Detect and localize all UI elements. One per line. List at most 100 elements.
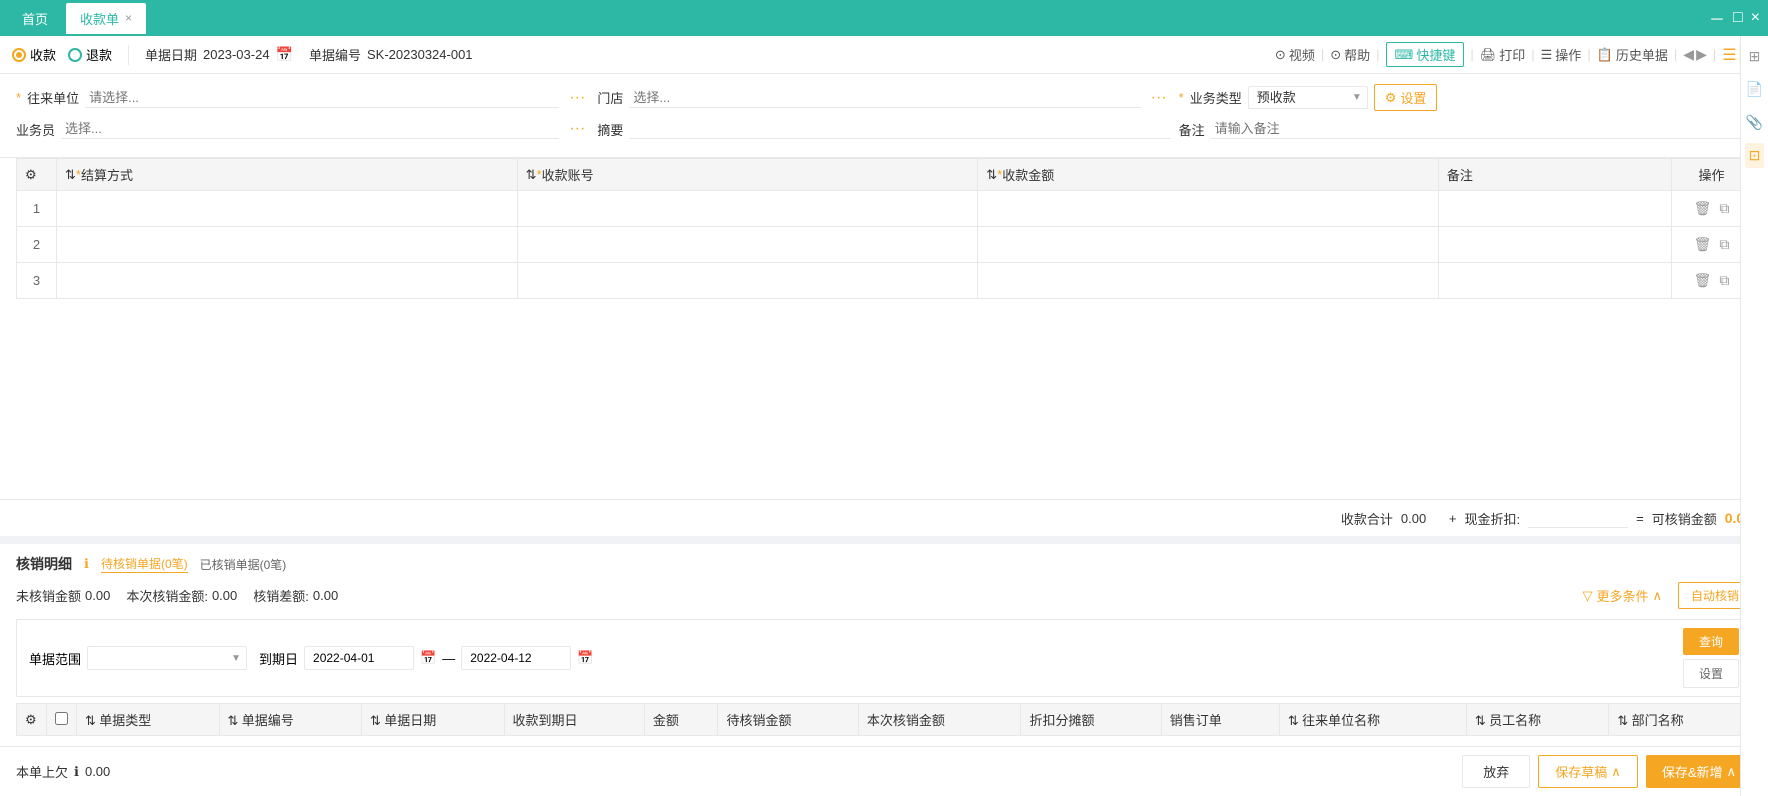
row-3-notes[interactable] [1438, 263, 1671, 299]
filter-settings-btn[interactable]: 设置 [1683, 659, 1739, 688]
writeoff-header: 核销明细 ℹ 待核销单据(0笔) 已核销单据(0笔) [16, 554, 1752, 574]
date-value[interactable]: 2023-03-24 [203, 47, 270, 62]
wt-bill-type-sort[interactable]: ⇅ [85, 713, 96, 728]
done-tab[interactable]: 已核销单据(0笔) [200, 556, 287, 573]
row-2-amount[interactable] [978, 227, 1439, 263]
date-from-input[interactable] [304, 646, 414, 670]
toolbar: 收款 退款 单据日期 2023-03-24 📅 单据编号 SK-20230324… [0, 36, 1768, 74]
toolbar-separator [128, 45, 129, 65]
wt-store-sort[interactable]: ⇅ [1617, 713, 1628, 728]
notes-input[interactable] [1211, 119, 1752, 139]
plus-sign: + [1449, 511, 1457, 526]
row-3-settlement[interactable] [57, 263, 518, 299]
abandon-btn[interactable]: 放弃 [1462, 755, 1530, 788]
col-settings-header[interactable]: ⚙ [17, 159, 57, 191]
row-2-account[interactable] [517, 227, 978, 263]
prev-arrow[interactable]: ◀ [1683, 46, 1694, 63]
active-tab[interactable]: 收款单 × [66, 3, 146, 34]
minimize-btn[interactable]: － [1709, 6, 1725, 30]
wt-bill-date-sort[interactable]: ⇅ [370, 713, 381, 728]
wt-col-checkbox[interactable] [47, 704, 77, 736]
range-select[interactable] [87, 646, 247, 670]
maximize-btn[interactable]: □ [1733, 9, 1743, 27]
row-1-settlement[interactable] [57, 191, 518, 227]
row-1-copy-icon[interactable]: ⧉ [1719, 200, 1729, 217]
salesperson-more-btn[interactable]: ··· [565, 120, 589, 138]
row-3-amount[interactable] [978, 263, 1439, 299]
more-conditions-btn[interactable]: ▽ 更多条件 ∧ [1582, 586, 1662, 605]
sidebar-capture-icon[interactable]: ⊡ [1745, 143, 1765, 168]
row-3-account[interactable] [517, 263, 978, 299]
salesperson-input[interactable] [61, 119, 559, 139]
row-1-amount[interactable] [978, 191, 1439, 227]
sidebar-table-icon[interactable]: ⊞ [1745, 44, 1765, 69]
list-view-icon[interactable]: ☰ [1722, 45, 1736, 65]
wt-bill-number-sort[interactable]: ⇅ [228, 713, 239, 728]
filter-icon: ▽ [1582, 588, 1592, 604]
operation-btn[interactable]: ☰ 操作 [1541, 45, 1582, 64]
row-2-notes[interactable] [1438, 227, 1671, 263]
writeoff-info-icon[interactable]: ℹ [84, 556, 89, 572]
active-tab-label: 收款单 [80, 9, 119, 28]
col-settings-icon[interactable]: ⚙ [25, 167, 37, 182]
form-settings-btn[interactable]: ⚙ 设置 [1374, 84, 1438, 111]
row-1-notes[interactable] [1438, 191, 1671, 227]
help-btn[interactable]: ⊙ 帮助 [1330, 45, 1370, 64]
home-tab[interactable]: 首页 [8, 3, 62, 34]
wt-select-all-checkbox[interactable] [55, 712, 68, 725]
discount-input[interactable] [1528, 508, 1628, 528]
sidebar-doc-icon[interactable]: 📄 [1742, 77, 1767, 102]
date-from-icon[interactable]: 📅 [420, 650, 436, 666]
refund-radio[interactable]: 退款 [68, 45, 112, 64]
tab-close-icon[interactable]: × [125, 11, 132, 25]
save-draft-btn[interactable]: 保存草稿 ∧ [1538, 755, 1638, 788]
pending-tab[interactable]: 待核销单据(0笔) [101, 555, 188, 573]
row-2-settlement[interactable] [57, 227, 518, 263]
row-3-copy-icon[interactable]: ⧉ [1719, 272, 1729, 289]
store-more-btn[interactable]: ··· [1147, 89, 1171, 107]
bottom-info-icon[interactable]: ℹ [74, 764, 79, 780]
counterpart-required: * [16, 90, 21, 105]
date-to-icon[interactable]: 📅 [577, 650, 593, 666]
help-label: 帮助 [1344, 45, 1370, 64]
col-amount-sort[interactable]: ⇅ [986, 167, 997, 183]
row-1-account[interactable] [517, 191, 978, 227]
shortcut-label: 快捷键 [1416, 45, 1455, 64]
counterpart-input[interactable] [85, 88, 559, 108]
row-2-copy-icon[interactable]: ⧉ [1719, 236, 1729, 253]
toolbar-actions: ⊙ 视频 | ⊙ 帮助 | ⌨ 快捷键 | 🖨 打印 | ☰ 操作 [1275, 42, 1756, 67]
next-arrow[interactable]: ▶ [1696, 46, 1707, 63]
row-1-delete-icon[interactable]: 🗑 [1694, 200, 1712, 217]
notes-field: 备注 [1179, 119, 1752, 139]
business-type-select[interactable]: 预收款 [1248, 86, 1368, 109]
store-input[interactable] [629, 88, 1140, 108]
print-btn[interactable]: 🖨 打印 [1480, 45, 1526, 64]
save-new-btn[interactable]: 保存&新增 ∧ [1646, 755, 1752, 788]
row-num-2: 2 [17, 227, 57, 263]
bottom-actions: 放弃 保存草稿 ∧ 保存&新增 ∧ [1462, 755, 1752, 788]
date-icon[interactable]: 📅 [276, 46, 293, 63]
col-amount-header: ⇅ * 收款金额 [978, 159, 1439, 191]
date-to-input[interactable] [461, 646, 571, 670]
wt-col-bill-type: ⇅ 单据类型 [77, 704, 220, 736]
wt-col-settings[interactable]: ⚙ [17, 704, 47, 736]
verifiable-label: 可核销金额 [1652, 509, 1717, 528]
col-settlement-sort[interactable]: ⇅ [65, 167, 76, 183]
history-btn[interactable]: 📋 历史单据 [1597, 45, 1668, 64]
wt-settings-icon[interactable]: ⚙ [25, 712, 37, 727]
wt-counterpart-sort[interactable]: ⇅ [1288, 713, 1299, 728]
wt-employee-sort[interactable]: ⇅ [1475, 713, 1486, 728]
writeoff-section: 核销明细 ℹ 待核销单据(0笔) 已核销单据(0笔) 未核销金额 0.00 本次… [0, 544, 1768, 746]
col-account-sort[interactable]: ⇅ [526, 167, 537, 183]
row-3-delete-icon[interactable]: 🗑 [1694, 272, 1712, 289]
shortcut-btn[interactable]: ⌨ 快捷键 [1386, 42, 1465, 67]
sidebar-attach-icon[interactable]: 📎 [1742, 110, 1767, 135]
date-separator: — [442, 651, 455, 666]
abstract-input[interactable] [629, 119, 1170, 139]
receipt-radio[interactable]: 收款 [12, 45, 56, 64]
counterpart-more-btn[interactable]: ··· [565, 89, 589, 107]
query-btn[interactable]: 查询 [1683, 628, 1739, 655]
close-btn[interactable]: × [1751, 9, 1760, 27]
video-btn[interactable]: ⊙ 视频 [1275, 45, 1315, 64]
row-2-delete-icon[interactable]: 🗑 [1694, 236, 1712, 253]
